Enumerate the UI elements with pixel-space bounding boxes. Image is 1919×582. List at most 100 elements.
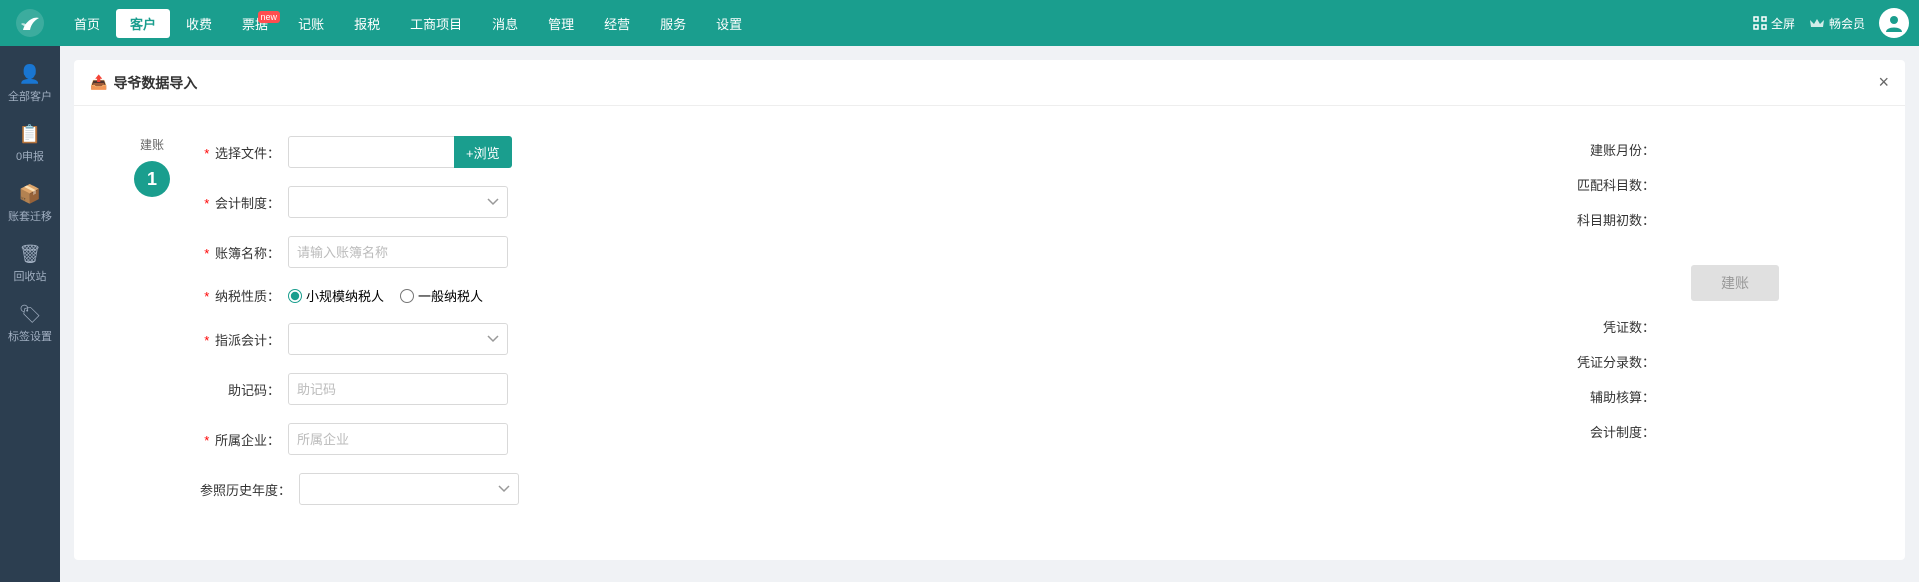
- required-star-4: *: [204, 289, 209, 304]
- sidebar-item-account-migration[interactable]: 📦 账套迁移: [2, 176, 58, 232]
- build-account-button[interactable]: 建账: [1691, 265, 1779, 301]
- sidebar-item-recycle-label: 回收站: [14, 268, 47, 284]
- info-section: 建账月份： 匹配科目数： 科目期初数： 建账 凭证数：: [1565, 136, 1845, 505]
- account-month-row: 建账月份：: [1565, 140, 1845, 159]
- required-star-5: *: [204, 333, 209, 348]
- nav-items: 首页 客户 收费 票据 new 记账 报税 工商项目 消息 管理 经营 服务 设…: [60, 9, 1753, 38]
- sidebar: 👤 全部客户 📋 0申报 📦 账套迁移 🗑 回收站 🏷 标签设置: [0, 46, 60, 582]
- fullscreen-button[interactable]: 全屏: [1753, 15, 1795, 32]
- auxiliary-label: 辅助核算：: [1565, 387, 1655, 406]
- top-navigation: 首页 客户 收费 票据 new 记账 报税 工商项目 消息 管理 经营 服务 设…: [0, 0, 1919, 46]
- nav-item-bookkeeping[interactable]: 记账: [284, 9, 338, 38]
- required-star-3: *: [204, 246, 209, 261]
- new-badge: new: [258, 11, 281, 24]
- main-content: 📤 导爷数据导入 × 建账 1 * 选: [60, 46, 1919, 582]
- subject-initial-label: 科目期初数：: [1565, 210, 1655, 229]
- tax-type-radio-group: 小规模纳税人 一般纳税人: [288, 286, 483, 305]
- vip-button[interactable]: 畅会员: [1809, 15, 1865, 32]
- sidebar-item-all-clients-label: 全部客户: [8, 88, 52, 104]
- panel-title-text: 导爷数据导入: [113, 73, 197, 93]
- panel-body: 建账 1 * 选择文件： +浏览: [74, 106, 1905, 535]
- general-taxpayer-radio-input[interactable]: [400, 289, 414, 303]
- account-month-label: 建账月份：: [1565, 140, 1655, 159]
- memo-code-row: 助记码：: [200, 373, 1525, 405]
- all-clients-icon: 👤: [19, 64, 41, 85]
- user-avatar[interactable]: [1879, 8, 1909, 38]
- nav-item-fees[interactable]: 收费: [172, 9, 226, 38]
- step-label: 建账: [140, 136, 164, 153]
- account-migration-icon: 📦: [19, 184, 41, 205]
- company-input[interactable]: [288, 423, 508, 455]
- voucher-count-label: 凭证数：: [1565, 317, 1655, 336]
- account-system-label: * 会计制度：: [200, 193, 280, 212]
- accounting-system-label: 会计制度：: [1565, 422, 1655, 441]
- sidebar-item-recycle[interactable]: 🗑 回收站: [2, 236, 58, 292]
- panel-title: 📤 导爷数据导入: [90, 73, 197, 93]
- account-name-input[interactable]: [288, 236, 508, 268]
- company-label: * 所属企业：: [200, 430, 280, 449]
- required-star-2: *: [204, 196, 209, 211]
- app-logo: [10, 3, 50, 43]
- close-button[interactable]: ×: [1878, 72, 1889, 93]
- nav-item-message[interactable]: 消息: [478, 9, 532, 38]
- nav-item-manage[interactable]: 管理: [534, 9, 588, 38]
- vip-label: 畅会员: [1829, 15, 1865, 32]
- voucher-entries-row: 凭证分录数：: [1565, 352, 1845, 371]
- tag-settings-icon: 🏷: [19, 304, 42, 325]
- sidebar-item-tag-settings-label: 标签设置: [8, 328, 52, 344]
- account-system-select[interactable]: [288, 186, 508, 218]
- recycle-icon: 🗑: [19, 244, 42, 265]
- sidebar-item-account-migration-label: 账套迁移: [8, 208, 52, 224]
- file-input[interactable]: [288, 136, 458, 168]
- sidebar-item-declaration[interactable]: 📋 0申报: [2, 116, 58, 172]
- nav-item-operation[interactable]: 经营: [590, 9, 644, 38]
- match-subjects-row: 匹配科目数：: [1565, 175, 1845, 194]
- history-year-select[interactable]: [299, 473, 519, 505]
- nav-item-tax[interactable]: 报税: [340, 9, 394, 38]
- step-indicator: 建账 1: [134, 136, 170, 505]
- file-row: * 选择文件： +浏览: [200, 136, 1525, 168]
- account-name-label: * 账簿名称：: [200, 243, 280, 262]
- nav-item-home[interactable]: 首页: [60, 9, 114, 38]
- declaration-icon: 📋: [19, 124, 41, 145]
- assign-accountant-select[interactable]: [288, 323, 508, 355]
- small-taxpayer-radio-input[interactable]: [288, 289, 302, 303]
- import-panel: 📤 导爷数据导入 × 建账 1 * 选: [74, 60, 1905, 560]
- history-year-label: 参照历史年度：: [200, 480, 291, 499]
- panel-title-icon: 📤: [90, 74, 107, 91]
- history-year-row: 参照历史年度：: [200, 473, 1525, 505]
- browse-button[interactable]: +浏览: [454, 136, 512, 168]
- sidebar-item-all-clients[interactable]: 👤 全部客户: [2, 56, 58, 112]
- nav-item-business[interactable]: 工商项目: [396, 9, 476, 38]
- nav-item-clients[interactable]: 客户: [116, 9, 170, 38]
- match-subjects-label: 匹配科目数：: [1565, 175, 1655, 194]
- assign-accountant-label: * 指派会计：: [200, 330, 280, 349]
- memo-code-input[interactable]: [288, 373, 508, 405]
- assign-accountant-row: * 指派会计：: [200, 323, 1525, 355]
- memo-code-label: 助记码：: [200, 380, 280, 399]
- form-fields: * 选择文件： +浏览 * 会计制度：: [200, 136, 1525, 505]
- nav-item-tickets[interactable]: 票据 new: [228, 9, 282, 38]
- sidebar-item-declaration-label: 0申报: [16, 148, 44, 164]
- nav-item-settings[interactable]: 设置: [702, 9, 756, 38]
- step-circle: 1: [134, 161, 170, 197]
- topnav-right: 全屏 畅会员: [1753, 8, 1909, 38]
- tax-type-label: * 纳税性质：: [200, 286, 280, 305]
- fullscreen-label: 全屏: [1771, 15, 1795, 32]
- form-section: 建账 1 * 选择文件： +浏览: [134, 136, 1525, 505]
- account-system-row: * 会计制度：: [200, 186, 1525, 218]
- required-star: *: [204, 146, 209, 161]
- small-taxpayer-radio[interactable]: 小规模纳税人: [288, 286, 384, 305]
- account-name-row: * 账簿名称：: [200, 236, 1525, 268]
- file-input-wrap: +浏览: [288, 136, 512, 168]
- required-star-6: *: [204, 433, 209, 448]
- general-taxpayer-radio[interactable]: 一般纳税人: [400, 286, 483, 305]
- accounting-system-row: 会计制度：: [1565, 422, 1845, 441]
- subject-initial-row: 科目期初数：: [1565, 210, 1845, 229]
- company-row: * 所属企业：: [200, 423, 1525, 455]
- auxiliary-row: 辅助核算：: [1565, 387, 1845, 406]
- tax-type-row: * 纳税性质： 小规模纳税人 一般纳税人: [200, 286, 1525, 305]
- voucher-entries-label: 凭证分录数：: [1565, 352, 1655, 371]
- nav-item-service[interactable]: 服务: [646, 9, 700, 38]
- sidebar-item-tag-settings[interactable]: 🏷 标签设置: [2, 296, 58, 352]
